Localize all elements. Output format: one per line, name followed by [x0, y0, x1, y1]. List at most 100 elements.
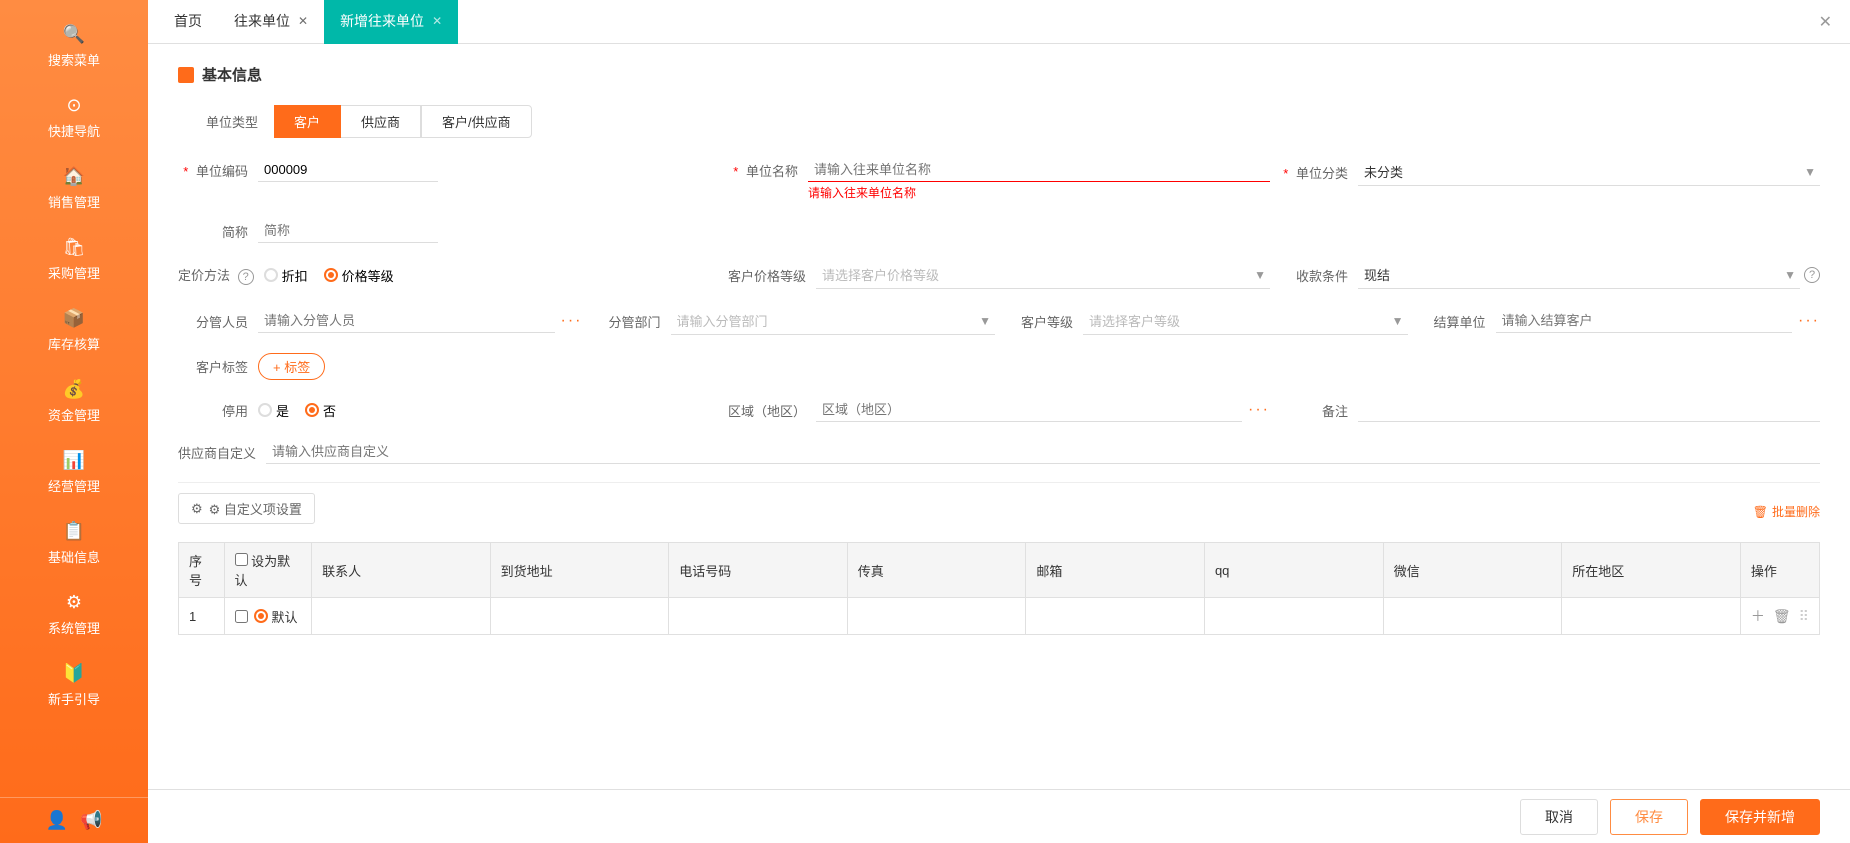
batch-delete-button[interactable]: 🗑 批量删除 — [1753, 503, 1820, 520]
cell-index: 1 — [179, 598, 225, 635]
department-select[interactable]: 请输入分管部门 ▼ — [671, 307, 996, 335]
sidebar-item-sales[interactable]: 🏠 销售管理 — [0, 152, 148, 223]
radio-circle-yes — [258, 403, 272, 417]
wechat-input[interactable] — [1394, 609, 1552, 624]
custom-settings-button[interactable]: ⚙ ⚙ 自定义项设置 — [178, 493, 315, 524]
field-short-name: 简称 — [178, 219, 1820, 243]
drag-icon[interactable]: ⠿ — [1799, 608, 1809, 625]
region-more-btn[interactable]: ··· — [1248, 401, 1270, 419]
chevron-down-icon: ▼ — [1784, 268, 1796, 282]
tab-home[interactable]: 首页 — [158, 0, 218, 44]
region-input[interactable] — [816, 398, 1242, 422]
manager-more-btn[interactable]: ··· — [561, 312, 583, 330]
basic-info-icon: 📋 — [62, 519, 86, 543]
col-email: 邮箱 — [1026, 543, 1205, 598]
guide-icon: 🔰 — [62, 661, 86, 685]
sidebar-item-system[interactable]: ⚙ 系统管理 — [0, 578, 148, 649]
type-btn-both[interactable]: 客户/供应商 — [421, 105, 532, 138]
row-checkbox[interactable] — [235, 610, 248, 623]
default-label: 默认 — [272, 607, 298, 626]
cancel-button[interactable]: 取消 — [1520, 799, 1598, 835]
tab-new-partner[interactable]: 新增往来单位 ✕ — [324, 0, 458, 44]
col-actions: 操作 — [1740, 543, 1819, 598]
notification-icon[interactable]: 📢 — [80, 810, 102, 831]
save-and-new-button[interactable]: 保存并新增 — [1700, 799, 1820, 835]
row-disabled-region: 停用 是 否 区域（地区） — [178, 398, 1820, 422]
quick-nav-icon: ⊙ — [62, 93, 86, 117]
sales-icon: 🏠 — [62, 164, 86, 188]
default-radio[interactable]: 默认 — [254, 607, 298, 626]
unit-category-select-wrap[interactable]: 未分类 ▼ — [1358, 158, 1820, 186]
table-section: ⚙ ⚙ 自定义项设置 🗑 批量删除 序号 设为默认 联系人 到货地址 电话号码 — [178, 493, 1820, 635]
field-unit-name: * 单位名称 请输入往来单位名称 — [728, 158, 1270, 201]
sidebar-item-label: 搜索菜单 — [48, 50, 100, 69]
settlement-unit-input[interactable] — [1496, 309, 1793, 333]
payment-terms-select[interactable]: 现结 ▼ — [1358, 261, 1800, 289]
disabled-yes[interactable]: 是 — [258, 401, 289, 420]
supplier-custom-input[interactable] — [266, 440, 1820, 464]
inventory-icon: 📦 — [62, 306, 86, 330]
sidebar-item-search[interactable]: 🔍 搜索菜单 — [0, 10, 148, 81]
pricing-method-help-icon[interactable]: ? — [238, 269, 254, 285]
region-label: 区域（地区） — [728, 401, 806, 420]
disabled-no[interactable]: 否 — [305, 401, 336, 420]
short-name-input[interactable] — [258, 219, 438, 243]
footer: 取消 保存 保存并新增 — [148, 789, 1850, 843]
save-button[interactable]: 保存 — [1610, 799, 1688, 835]
sidebar-item-finance[interactable]: 💰 资金管理 — [0, 365, 148, 436]
unit-name-input[interactable] — [808, 158, 1270, 182]
payment-terms-help-icon[interactable]: ? — [1804, 267, 1820, 283]
section-title-text: 基本信息 — [202, 64, 262, 85]
radio-circle-default — [254, 609, 268, 623]
section-basic-info: 基本信息 — [178, 64, 1820, 85]
delete-row-icon[interactable]: 🗑 — [1773, 608, 1791, 625]
sidebar-item-guide[interactable]: 🔰 新手引导 — [0, 649, 148, 720]
customer-level-select[interactable]: 请选择客户等级 ▼ — [1083, 307, 1408, 335]
col-index: 序号 — [179, 543, 225, 598]
qq-input[interactable] — [1215, 609, 1373, 624]
add-row-icon[interactable]: ＋ — [1751, 606, 1765, 626]
tab-new-partner-close[interactable]: ✕ — [432, 14, 442, 28]
type-btn-customer[interactable]: 客户 — [274, 105, 341, 138]
field-region: 区域（地区） ··· — [728, 398, 1270, 422]
field-customer-level: 客户等级 请选择客户等级 ▼ — [1003, 307, 1408, 335]
tab-new-partner-label: 新增往来单位 — [340, 11, 424, 31]
pricing-method-discount[interactable]: 折扣 — [264, 266, 308, 285]
cell-phone — [669, 598, 848, 635]
tab-partners[interactable]: 往来单位 ✕ — [218, 0, 324, 44]
sidebar-item-operations[interactable]: 📊 经营管理 — [0, 436, 148, 507]
address-input[interactable] — [501, 609, 659, 624]
sidebar-item-label: 基础信息 — [48, 547, 100, 566]
col-contact: 联系人 — [312, 543, 491, 598]
table-header-row: 序号 设为默认 联系人 到货地址 电话号码 传真 邮箱 qq 微信 所在地区 操… — [179, 543, 1820, 598]
system-icon: ⚙ — [62, 590, 86, 614]
sidebar-item-inventory[interactable]: 📦 库存核算 — [0, 294, 148, 365]
email-input[interactable] — [1036, 609, 1194, 624]
settlement-unit-more-btn[interactable]: ··· — [1798, 312, 1820, 330]
row-supplier-custom: 供应商自定义 — [178, 440, 1820, 464]
contact-input[interactable] — [322, 609, 480, 624]
manager-input[interactable] — [258, 309, 555, 333]
pricing-method-price-level[interactable]: 价格等级 — [324, 266, 394, 285]
phone-input[interactable] — [679, 609, 837, 624]
add-tag-button[interactable]: + 标签 — [258, 353, 325, 380]
sidebar-item-basic-info[interactable]: 📋 基础信息 — [0, 507, 148, 578]
tab-bar-close[interactable]: ✕ — [1811, 12, 1840, 32]
field-disabled: 停用 是 否 — [178, 401, 720, 420]
tab-partners-close[interactable]: ✕ — [298, 14, 308, 28]
region-input[interactable] — [1572, 609, 1730, 624]
sidebar-item-quick-nav[interactable]: ⊙ 快捷导航 — [0, 81, 148, 152]
user-icon[interactable]: 👤 — [46, 810, 68, 831]
customer-price-level-select[interactable]: 请选择客户价格等级 ▼ — [816, 261, 1270, 289]
select-all-checkbox[interactable] — [235, 553, 248, 566]
fax-input[interactable] — [858, 609, 1016, 624]
field-customer-price-level: 客户价格等级 请选择客户价格等级 ▼ — [728, 261, 1270, 289]
sidebar-bottom-actions: 👤 📢 — [46, 810, 103, 831]
field-customer-tag: 客户标签 + 标签 — [178, 353, 1820, 380]
sidebar-item-purchase[interactable]: 🛍 采购管理 — [0, 223, 148, 294]
remark-input[interactable] — [1358, 398, 1820, 422]
section-icon — [178, 67, 194, 83]
col-phone: 电话号码 — [669, 543, 848, 598]
type-btn-supplier[interactable]: 供应商 — [341, 105, 421, 138]
unit-code-input[interactable] — [258, 158, 438, 182]
